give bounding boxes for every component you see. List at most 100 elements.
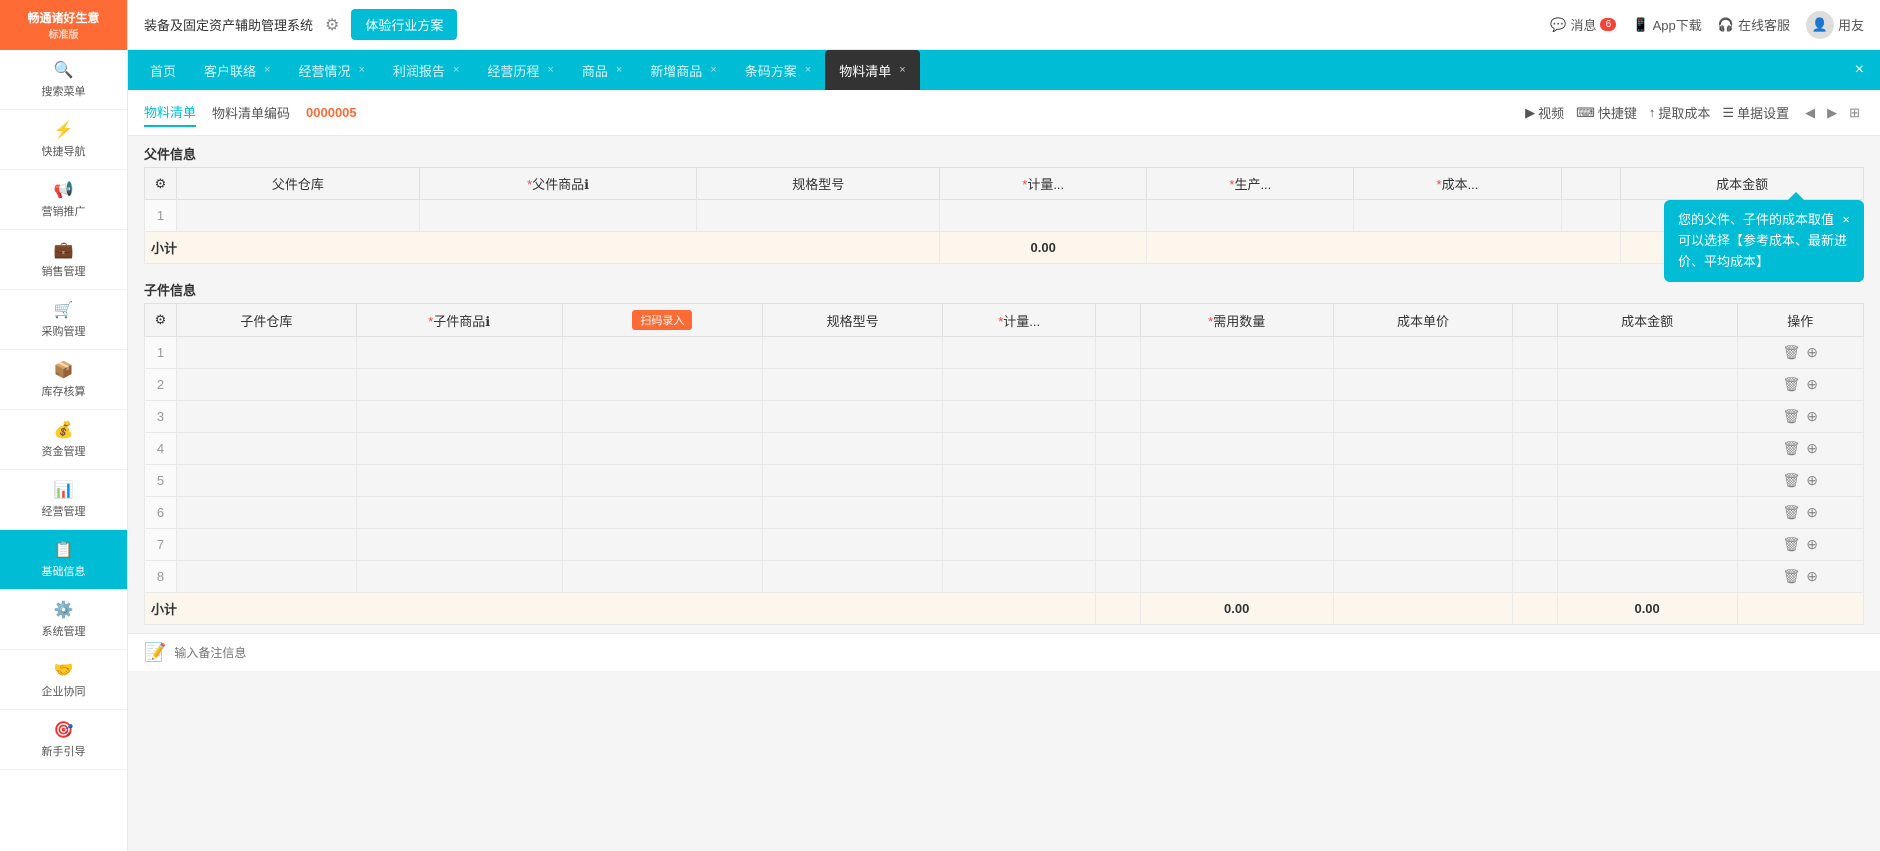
child-col-settings[interactable]: ⚙ [145,304,177,337]
parent-row-1-warehouse[interactable] [177,200,420,232]
child-row-1-qty[interactable] [1140,337,1333,369]
child-row-1-product[interactable] [356,337,562,369]
tab-operations-close[interactable]: × [358,64,364,76]
parent-row-1-spec[interactable] [697,200,940,232]
scan-button[interactable]: 扫码录入 [632,310,692,330]
close-all-tabs[interactable]: × [1847,61,1872,79]
page-prev[interactable]: ◀ [1801,103,1819,123]
parent-col-empty [1561,168,1621,200]
tab-customer[interactable]: 客户联络 × [190,50,284,90]
sidebar-item-sales[interactable]: 💼 销售管理 [0,230,127,290]
parent-section-title: 父件信息 [144,144,1864,163]
child-row-1-unit[interactable] [942,337,1095,369]
message-action[interactable]: 💬 消息 6 [1550,15,1616,34]
finance-icon: 💰 [54,420,74,440]
sidebar-item-system[interactable]: ⚙️ 系统管理 [0,590,127,650]
child-row-7-delete[interactable]: 🗑 [1783,536,1801,553]
child-row-5-delete[interactable]: 🗑 [1783,472,1801,489]
tab-profit-close[interactable]: × [453,64,459,76]
child-col-qty: *需用数量 [1140,304,1333,337]
user-action[interactable]: 👤 用友 [1806,11,1864,39]
tab-goods[interactable]: 商品 × [568,50,636,90]
child-row-4-num: 4 [145,433,177,465]
child-row-6-delete[interactable]: 🗑 [1783,504,1801,521]
child-row-7-copy[interactable]: ⊕ [1806,536,1818,553]
child-row-2-delete[interactable]: 🗑 [1783,376,1801,393]
page-next[interactable]: ▶ [1823,103,1841,123]
video-action[interactable]: ▶ 视频 [1525,103,1564,122]
tab-profit[interactable]: 利润报告 × [379,50,473,90]
child-row-8-copy[interactable]: ⊕ [1806,568,1818,585]
sidebar-item-search[interactable]: 🔍 搜索菜单 [0,50,127,110]
basic-info-icon: 📋 [54,540,74,560]
tab-add-goods-close[interactable]: × [710,64,716,76]
sidebar-label-collaboration: 企业协同 [42,683,86,699]
parent-row-1-produce[interactable] [1147,200,1354,232]
sidebar-item-purchase[interactable]: 🛒 采购管理 [0,290,127,350]
tab-home[interactable]: 首页 [136,50,190,90]
tab-add-goods[interactable]: 新增商品 × [636,50,730,90]
child-section-title: 子件信息 [144,280,1864,299]
sidebar-item-operations[interactable]: 📊 经营管理 [0,470,127,530]
inventory-icon: 📦 [54,360,74,380]
child-col-spec: 规格型号 [763,304,943,337]
tab-barcode[interactable]: 条码方案 × [731,50,825,90]
parent-col-settings[interactable]: ⚙ [145,168,177,200]
tab-bom-close[interactable]: × [899,64,905,76]
tab-goods-close[interactable]: × [616,64,622,76]
sidebar-item-inventory[interactable]: 📦 库存核算 [0,350,127,410]
tab-barcode-close[interactable]: × [805,64,811,76]
single-settings-action[interactable]: ☰ 单据设置 [1722,103,1789,122]
parent-subtotal-label: 小计 [145,232,940,264]
tab-history[interactable]: 经营历程 × [473,50,567,90]
sidebar-item-basic-info[interactable]: 📋 基础信息 [0,530,127,590]
nav-tabs: 首页 客户联络 × 经营情况 × 利润报告 × 经营历程 × 商品 × 新增商品… [128,50,1880,90]
child-row-1-copy[interactable]: ⊕ [1806,344,1818,361]
child-col-empty1 [1096,304,1140,337]
child-row-3-copy[interactable]: ⊕ [1806,408,1818,425]
child-subtotal-qty: 0.00 [1140,593,1333,625]
trial-btn[interactable]: 体验行业方案 [351,9,457,40]
page-grid[interactable]: ⊞ [1845,103,1864,123]
settings-gear-icon[interactable]: ⚙ [325,15,339,35]
child-row-1-delete[interactable]: 🗑 [1783,344,1801,361]
extract-cost-action[interactable]: ↑ 提取成本 [1649,103,1711,122]
child-row-6-copy[interactable]: ⊕ [1806,504,1818,521]
parent-row-1-cost[interactable] [1354,200,1561,232]
sidebar-label-operations: 经营管理 [42,503,86,519]
shortcut-action[interactable]: ⌨ 快捷键 [1576,103,1637,122]
child-row-4-delete[interactable]: 🗑 [1783,440,1801,457]
sidebar-item-finance[interactable]: 💰 资金管理 [0,410,127,470]
child-row-3-delete[interactable]: 🗑 [1783,408,1801,425]
tab-customer-close[interactable]: × [264,64,270,76]
child-row-4-copy[interactable]: ⊕ [1806,440,1818,457]
sidebar-item-quicknav[interactable]: ⚡ 快捷导航 [0,110,127,170]
child-row-4-actions: 🗑 ⊕ [1737,433,1863,465]
child-row-1-spec[interactable] [763,337,943,369]
tab-bom[interactable]: 物料清单 × [825,50,919,90]
child-row-5-copy[interactable]: ⊕ [1806,472,1818,489]
sub-header: 物料清单 物料清单编码 0000005 ▶ 视频 ⌨ 快捷键 ↑ 提取成本 ☰ [128,90,1880,136]
sidebar-item-marketing[interactable]: 📢 营销推广 [0,170,127,230]
tab-operations[interactable]: 经营情况 × [284,50,378,90]
online-service-action[interactable]: 🎧 在线客服 [1718,15,1790,34]
sidebar-label-inventory: 库存核算 [42,383,86,399]
marketing-icon: 📢 [54,180,74,200]
sub-tab-bom-list[interactable]: 物料清单 [144,98,196,127]
system-title: 装备及固定资产辅助管理系统 [144,15,313,34]
parent-row-1-product[interactable] [419,200,697,232]
parent-row-1-unit[interactable] [940,200,1147,232]
app-download-action[interactable]: 📱 App下载 [1632,15,1701,34]
child-col-unit-price: 成本单价 [1333,304,1513,337]
note-input[interactable] [174,646,1864,660]
child-row-8-delete[interactable]: 🗑 [1783,568,1801,585]
child-row-1-unit-price[interactable] [1333,337,1513,369]
child-col-unit: *计量... [942,304,1095,337]
child-row-1-amount [1557,337,1737,369]
child-row-2-copy[interactable]: ⊕ [1806,376,1818,393]
sidebar-item-guide[interactable]: 🎯 新手引导 [0,710,127,770]
tab-history-close[interactable]: × [547,64,553,76]
child-row-1-warehouse[interactable] [177,337,357,369]
tooltip-close[interactable]: × [1842,210,1850,231]
sidebar-item-collaboration[interactable]: 🤝 企业协同 [0,650,127,710]
